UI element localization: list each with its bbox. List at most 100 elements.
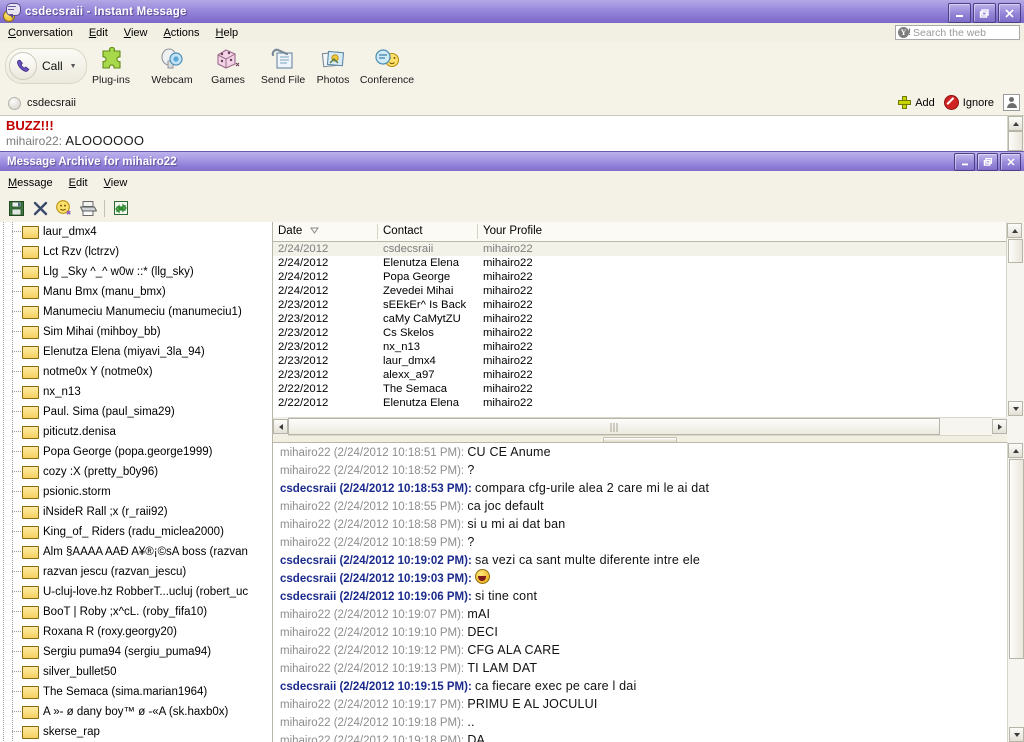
im-close-button[interactable] xyxy=(998,3,1021,23)
refresh-icon xyxy=(113,200,129,216)
tree-item[interactable]: iNsideR Rall ;x (r_raii92) xyxy=(0,502,272,522)
archive-menu-edit[interactable]: Edit xyxy=(61,176,96,190)
tree-guide-dash xyxy=(12,311,21,312)
refresh-button[interactable] xyxy=(109,197,133,219)
plus-icon[interactable] xyxy=(898,96,911,109)
chevron-down-icon[interactable]: ▼ xyxy=(70,63,77,70)
tree-item[interactable]: Alm §AAAA AAĐ A¥®¡©sA boss (razvan xyxy=(0,542,272,562)
delete-button[interactable] xyxy=(28,197,52,219)
archive-transcript[interactable]: mihairo22 (2/24/2012 10:18:51 PM): CU CE… xyxy=(273,442,1007,742)
folder-icon xyxy=(22,506,38,519)
tree-item[interactable]: The Semaca (sima.marian1964) xyxy=(0,682,272,702)
message-body: si tine cont xyxy=(475,589,537,603)
archive-contact-tree[interactable]: laur_dmx4Lct Rzv (lctrzv)Llg _Sky ^_^ w0… xyxy=(0,222,273,742)
menu-view[interactable]: View xyxy=(116,26,156,40)
menu-actions[interactable]: Actions xyxy=(155,26,207,40)
session-list-scrollbar[interactable] xyxy=(1006,222,1024,417)
tree-item[interactable]: Lct Rzv (lctrzv) xyxy=(0,242,272,262)
list-scroll-thumb[interactable] xyxy=(1008,239,1023,263)
table-row[interactable]: 2/23/2012alexx_a97mihairo22 xyxy=(273,368,1007,382)
im-window-titlebar[interactable]: csdecsraii - Instant Message xyxy=(0,0,1024,23)
tree-item[interactable]: Llg _Sky ^_^ w0w ::* (llg_sky) xyxy=(0,262,272,282)
archive-close-button[interactable] xyxy=(1000,153,1021,171)
hscroll-left-arrow[interactable] xyxy=(273,419,288,434)
tree-item[interactable]: skerse_rap xyxy=(0,722,272,742)
tree-item[interactable]: Manu Bmx (manu_bmx) xyxy=(0,282,272,302)
column-header-your-profile[interactable]: Your Profile xyxy=(478,222,958,241)
tree-item[interactable]: notme0x Y (notme0x) xyxy=(0,362,272,382)
emoticon-button[interactable] xyxy=(52,197,76,219)
call-button[interactable]: Call ▼ xyxy=(5,48,87,84)
menu-help[interactable]: Help xyxy=(208,26,247,40)
table-row[interactable]: 2/24/2012csdecsraiimihairo22 xyxy=(273,242,1007,256)
message-body: si u mi ai dat ban xyxy=(467,517,565,531)
tree-item[interactable]: Elenutza Elena (miyavi_3la_94) xyxy=(0,342,272,362)
im-restore-button[interactable] xyxy=(973,3,996,23)
transcript-message: mihairo22 (2/24/2012 10:18:58 PM): si u … xyxy=(273,515,1007,533)
table-row[interactable]: 2/24/2012Zevedei Mihaimihairo22 xyxy=(273,284,1007,298)
column-header-date[interactable]: Date xyxy=(273,222,378,241)
tree-item[interactable]: cozy :X (pretty_b0y96) xyxy=(0,462,272,482)
hscroll-track[interactable] xyxy=(288,417,992,436)
table-row[interactable]: 2/24/2012Elenutza Elenamihairo22 xyxy=(273,256,1007,270)
print-button[interactable] xyxy=(76,197,100,219)
ignore-button[interactable]: Ignore xyxy=(963,97,994,109)
tree-item[interactable]: King_of_ Riders (radu_miclea2000) xyxy=(0,522,272,542)
tree-item[interactable]: Roxana R (roxy.georgy20) xyxy=(0,622,272,642)
table-row[interactable]: 2/23/2012nx_n13mihairo22 xyxy=(273,340,1007,354)
hscroll-thumb[interactable] xyxy=(288,418,940,435)
transcript-scroll-up-arrow[interactable] xyxy=(1008,443,1023,458)
list-scroll-up-arrow[interactable] xyxy=(1007,223,1022,238)
archive-minimize-button[interactable] xyxy=(954,153,975,171)
no-entry-icon[interactable] xyxy=(944,95,959,110)
tree-item[interactable]: Paul. Sima (paul_sima29) xyxy=(0,402,272,422)
list-scroll-down-arrow[interactable] xyxy=(1008,401,1023,416)
web-search-box[interactable]: Y! Search the web xyxy=(895,25,1020,40)
tree-item[interactable]: U-cluj-love.hz RobberT...ucluj (robert_u… xyxy=(0,582,272,602)
archive-menu-message[interactable]: Message xyxy=(0,176,61,190)
transcript-scrollbar[interactable] xyxy=(1007,442,1024,742)
toolbar-conference[interactable]: Conference xyxy=(350,46,424,86)
save-button[interactable] xyxy=(4,197,28,219)
table-row[interactable]: 2/24/2012Popa Georgemihairo22 xyxy=(273,270,1007,284)
tree-item[interactable]: razvan jescu (razvan_jescu) xyxy=(0,562,272,582)
archive-session-list[interactable]: Date Contact Your Profile 2/24/2012csdec… xyxy=(273,222,1007,417)
im-scroll-up-arrow[interactable] xyxy=(1008,116,1023,131)
tree-guide-line xyxy=(12,442,13,462)
table-row[interactable]: 2/22/2012Elenutza Elenamihairo22 xyxy=(273,396,1007,410)
tree-item[interactable]: nx_n13 xyxy=(0,382,272,402)
session-list-hscrollbar[interactable] xyxy=(273,417,1007,436)
tree-item[interactable]: laur_dmx4 xyxy=(0,222,272,242)
folder-icon xyxy=(22,726,38,739)
transcript-scroll-thumb[interactable] xyxy=(1009,459,1024,659)
table-row[interactable]: 2/23/2012caMy CaMytZUmihairo22 xyxy=(273,312,1007,326)
add-button[interactable]: Add xyxy=(915,97,935,109)
transcript-scroll-down-arrow[interactable] xyxy=(1009,727,1024,742)
im-minimize-button[interactable] xyxy=(948,3,971,23)
cell-date: 2/24/2012 xyxy=(273,243,378,255)
archive-restore-button[interactable] xyxy=(977,153,998,171)
hscroll-right-arrow[interactable] xyxy=(992,419,1007,434)
menu-edit[interactable]: Edit xyxy=(81,26,116,40)
tree-item[interactable]: Manumeciu Manumeciu (manumeciu1) xyxy=(0,302,272,322)
tree-item[interactable]: A »- ø dany boy™ ø -«A (sk.haxb0x) xyxy=(0,702,272,722)
tree-item[interactable]: silver_bullet50 xyxy=(0,662,272,682)
table-row[interactable]: 2/23/2012sEEkEr^ Is Backmihairo22 xyxy=(273,298,1007,312)
tree-item[interactable]: Sim Mihai (mihboy_bb) xyxy=(0,322,272,342)
contact-card-icon[interactable] xyxy=(1003,94,1020,111)
tree-item[interactable]: piticutz.denisa xyxy=(0,422,272,442)
archive-titlebar[interactable]: Message Archive for mihairo22 xyxy=(0,152,1024,171)
table-row[interactable]: 2/22/2012The Semacamihairo22 xyxy=(273,382,1007,396)
tree-item[interactable]: psionic.storm xyxy=(0,482,272,502)
menu-conversation[interactable]: Conversation xyxy=(0,26,81,40)
archive-menu-view[interactable]: View xyxy=(96,176,136,190)
column-header-contact[interactable]: Contact xyxy=(378,222,478,241)
im-scroll-thumb[interactable] xyxy=(1008,131,1023,151)
tree-item[interactable]: Popa George (popa.george1999) xyxy=(0,442,272,462)
table-row[interactable]: 2/23/2012laur_dmx4mihairo22 xyxy=(273,354,1007,368)
tree-item[interactable]: BooT | Roby ;x^cL. (roby_fifa10) xyxy=(0,602,272,622)
tree-item[interactable]: Sergiu puma94 (sergiu_puma94) xyxy=(0,642,272,662)
toolbar-webcam[interactable]: Webcam xyxy=(141,46,203,86)
table-row[interactable]: 2/23/2012Cs Skelosmihairo22 xyxy=(273,326,1007,340)
toolbar-plugins[interactable]: Plug-ins xyxy=(80,46,142,86)
